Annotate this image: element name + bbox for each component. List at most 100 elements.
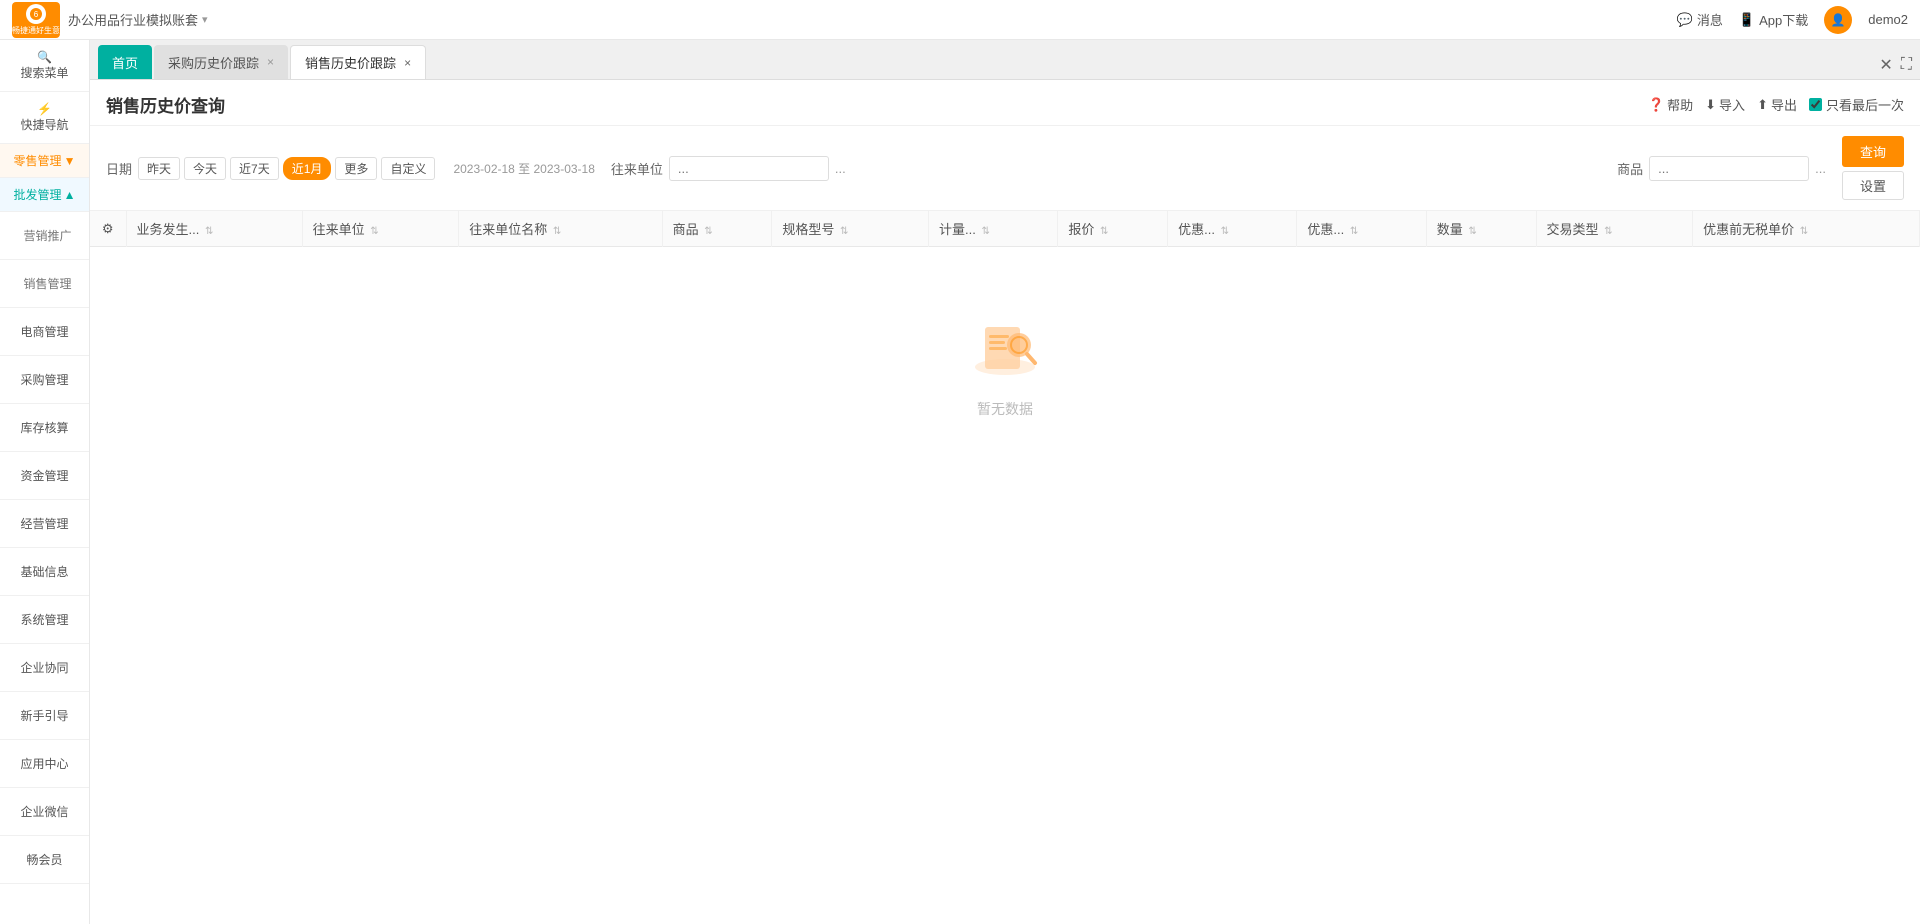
avatar-icon: 👤 <box>1831 13 1846 27</box>
page-title: 销售历史价查询 <box>106 92 225 117</box>
sidebar-item-system[interactable]: 系统管理 <box>0 596 89 644</box>
data-table: ⚙ 业务发生... ⇅ 往来单位 ⇅ 往来单位名称 ⇅ 商品 ⇅ 规格型号 ⇅ … <box>90 211 1920 247</box>
date-btn-1month[interactable]: 近1月 <box>283 157 332 180</box>
date-btn-more[interactable]: 更多 <box>335 157 377 180</box>
col-biz-date[interactable]: 业务发生... ⇅ <box>126 211 302 247</box>
wechat-label: 企业微信 <box>20 803 68 820</box>
message-label: 消息 <box>1697 10 1723 29</box>
download-icon: 📱 <box>1739 12 1755 28</box>
app-download-action[interactable]: 📱 App下载 <box>1739 10 1808 29</box>
tab-sales-price[interactable]: 销售历史价跟踪 × <box>290 45 426 79</box>
retail-arrow: ▼ <box>64 154 76 168</box>
empty-text: 暂无数据 <box>977 399 1033 419</box>
export-action[interactable]: ⬆ 导出 <box>1757 95 1797 114</box>
source-label: 往来单位 <box>611 159 663 178</box>
sidebar-search-label: 搜索菜单 <box>20 64 68 81</box>
sidebar-item-newbie[interactable]: 新手引导 <box>0 692 89 740</box>
date-btn-yesterday[interactable]: 昨天 <box>138 157 180 180</box>
only-last-label: 只看最后一次 <box>1826 95 1904 114</box>
filter-action-buttons: 查询 设置 <box>1842 136 1904 200</box>
page-header-actions: ❓ 帮助 ⬇ 导入 ⬆ 导出 只看最后一次 <box>1648 95 1904 114</box>
sidebar-item-sales[interactable]: 销售管理 <box>0 260 89 308</box>
col-discount2[interactable]: 优惠... ⇅ <box>1297 211 1426 247</box>
purchase-tab-label: 采购历史价跟踪 <box>168 53 259 72</box>
sidebar-item-operations[interactable]: 经营管理 <box>0 500 89 548</box>
sidebar-item-ecommerce[interactable]: 电商管理 <box>0 308 89 356</box>
col-partner[interactable]: 往来单位 ⇅ <box>302 211 459 247</box>
export-label: 导出 <box>1771 95 1797 114</box>
import-action[interactable]: ⬇ 导入 <box>1705 95 1745 114</box>
only-last-checkbox-label[interactable]: 只看最后一次 <box>1809 95 1904 114</box>
newbie-label: 新手引导 <box>20 707 68 724</box>
sidebar-item-purchase[interactable]: 采购管理 <box>0 356 89 404</box>
col-price[interactable]: 报价 ⇅ <box>1058 211 1168 247</box>
account-selector[interactable]: 办公用品行业模拟账套 ▾ <box>68 10 208 29</box>
table-header-row: ⚙ 业务发生... ⇅ 往来单位 ⇅ 往来单位名称 ⇅ 商品 ⇅ 规格型号 ⇅ … <box>90 211 1920 247</box>
svg-text:6: 6 <box>34 10 39 19</box>
maximize-button[interactable]: ⛶ <box>1901 56 1912 74</box>
empty-icon <box>965 307 1045 387</box>
date-btn-today[interactable]: 今天 <box>184 157 226 180</box>
settings-button[interactable]: 设置 <box>1842 171 1904 200</box>
sidebar-item-appcenter[interactable]: 应用中心 <box>0 740 89 788</box>
sales-tab-close[interactable]: × <box>404 56 411 70</box>
sidebar-item-member[interactable]: 畅会员 <box>0 836 89 884</box>
empty-state: 暂无数据 <box>90 247 1920 479</box>
help-icon: ❓ <box>1648 97 1664 113</box>
date-filter-group: 日期 昨天 今天 近7天 近1月 更多 自定义 2023-02-18 至 202… <box>106 157 595 180</box>
account-name: 办公用品行业模拟账套 <box>68 10 198 29</box>
goods-input[interactable] <box>1649 156 1809 181</box>
only-last-checkbox[interactable] <box>1809 98 1822 111</box>
col-partner-name[interactable]: 往来单位名称 ⇅ <box>459 211 662 247</box>
sidebar-item-finance[interactable]: 资金管理 <box>0 452 89 500</box>
col-discount1[interactable]: 优惠... ⇅ <box>1168 211 1297 247</box>
selector-arrow: ▾ <box>202 13 208 26</box>
col-trade-type[interactable]: 交易类型 ⇅ <box>1536 211 1693 247</box>
download-label: App下载 <box>1759 10 1808 29</box>
col-settings[interactable]: ⚙ <box>90 211 126 247</box>
search-icon: 🔍 <box>37 50 52 64</box>
sidebar-item-retail[interactable]: 零售管理 ▼ <box>0 144 89 178</box>
collab-label: 企业协同 <box>20 659 68 676</box>
col-unit[interactable]: 计量... ⇅ <box>929 211 1058 247</box>
close-all-tabs-button[interactable]: ✕ <box>1879 55 1892 75</box>
search-button[interactable]: 查询 <box>1842 136 1904 167</box>
filter-bar: 日期 昨天 今天 近7天 近1月 更多 自定义 2023-02-18 至 202… <box>90 126 1920 211</box>
ecommerce-label: 电商管理 <box>20 323 68 340</box>
marketing-label: 营销推广 <box>23 227 71 244</box>
tab-purchase-price[interactable]: 采购历史价跟踪 × <box>154 45 288 79</box>
sidebar-item-wechat[interactable]: 企业微信 <box>0 788 89 836</box>
date-btn-7days[interactable]: 近7天 <box>230 157 279 180</box>
tab-actions: ✕ ⛶ <box>1879 55 1912 79</box>
sidebar-item-wholesale[interactable]: 批发管理 ▲ <box>0 178 89 212</box>
app-logo: 6 畅捷通好生意 <box>12 2 60 38</box>
date-btn-custom[interactable]: 自定义 <box>381 157 435 180</box>
sidebar-quicknav-label: 快捷导航 <box>20 116 68 133</box>
sidebar-item-marketing[interactable]: 营销推广 <box>0 212 89 260</box>
col-pretax-price[interactable]: 优惠前无税单价 ⇅ <box>1693 211 1920 247</box>
help-action[interactable]: ❓ 帮助 <box>1648 95 1693 114</box>
sidebar-item-basicinfo[interactable]: 基础信息 <box>0 548 89 596</box>
sales-tab-label: 销售历史价跟踪 <box>305 53 396 72</box>
sidebar-item-inventory[interactable]: 库存核算 <box>0 404 89 452</box>
col-qty[interactable]: 数量 ⇅ <box>1426 211 1536 247</box>
sidebar-item-quicknav[interactable]: ⚡ 快捷导航 <box>0 92 89 144</box>
content-area: 首页 采购历史价跟踪 × 销售历史价跟踪 × ✕ ⛶ 销售历史价查询 <box>90 40 1920 924</box>
topbar-actions: 💬 消息 📱 App下载 👤 demo2 <box>1677 6 1908 34</box>
source-unit-input[interactable] <box>669 156 829 181</box>
user-name[interactable]: demo2 <box>1868 12 1908 27</box>
message-action[interactable]: 💬 消息 <box>1677 10 1723 29</box>
date-label: 日期 <box>106 159 132 178</box>
col-spec[interactable]: 规格型号 ⇅ <box>772 211 929 247</box>
finance-label: 资金管理 <box>20 467 68 484</box>
user-avatar[interactable]: 👤 <box>1824 6 1852 34</box>
table-wrapper: ⚙ 业务发生... ⇅ 往来单位 ⇅ 往来单位名称 ⇅ 商品 ⇅ 规格型号 ⇅ … <box>90 211 1920 924</box>
tab-home[interactable]: 首页 <box>98 45 152 79</box>
purchase-tab-close[interactable]: × <box>267 55 274 69</box>
main-layout: 🔍 搜索菜单 ⚡ 快捷导航 零售管理 ▼ 批发管理 ▲ 营销推广 销售管理 电商… <box>0 40 1920 924</box>
sidebar-item-collab[interactable]: 企业协同 <box>0 644 89 692</box>
purchase-label: 采购管理 <box>20 371 68 388</box>
sidebar-item-search[interactable]: 🔍 搜索菜单 <box>0 40 89 92</box>
wholesale-label: 批发管理 <box>14 186 62 203</box>
col-goods[interactable]: 商品 ⇅ <box>662 211 772 247</box>
